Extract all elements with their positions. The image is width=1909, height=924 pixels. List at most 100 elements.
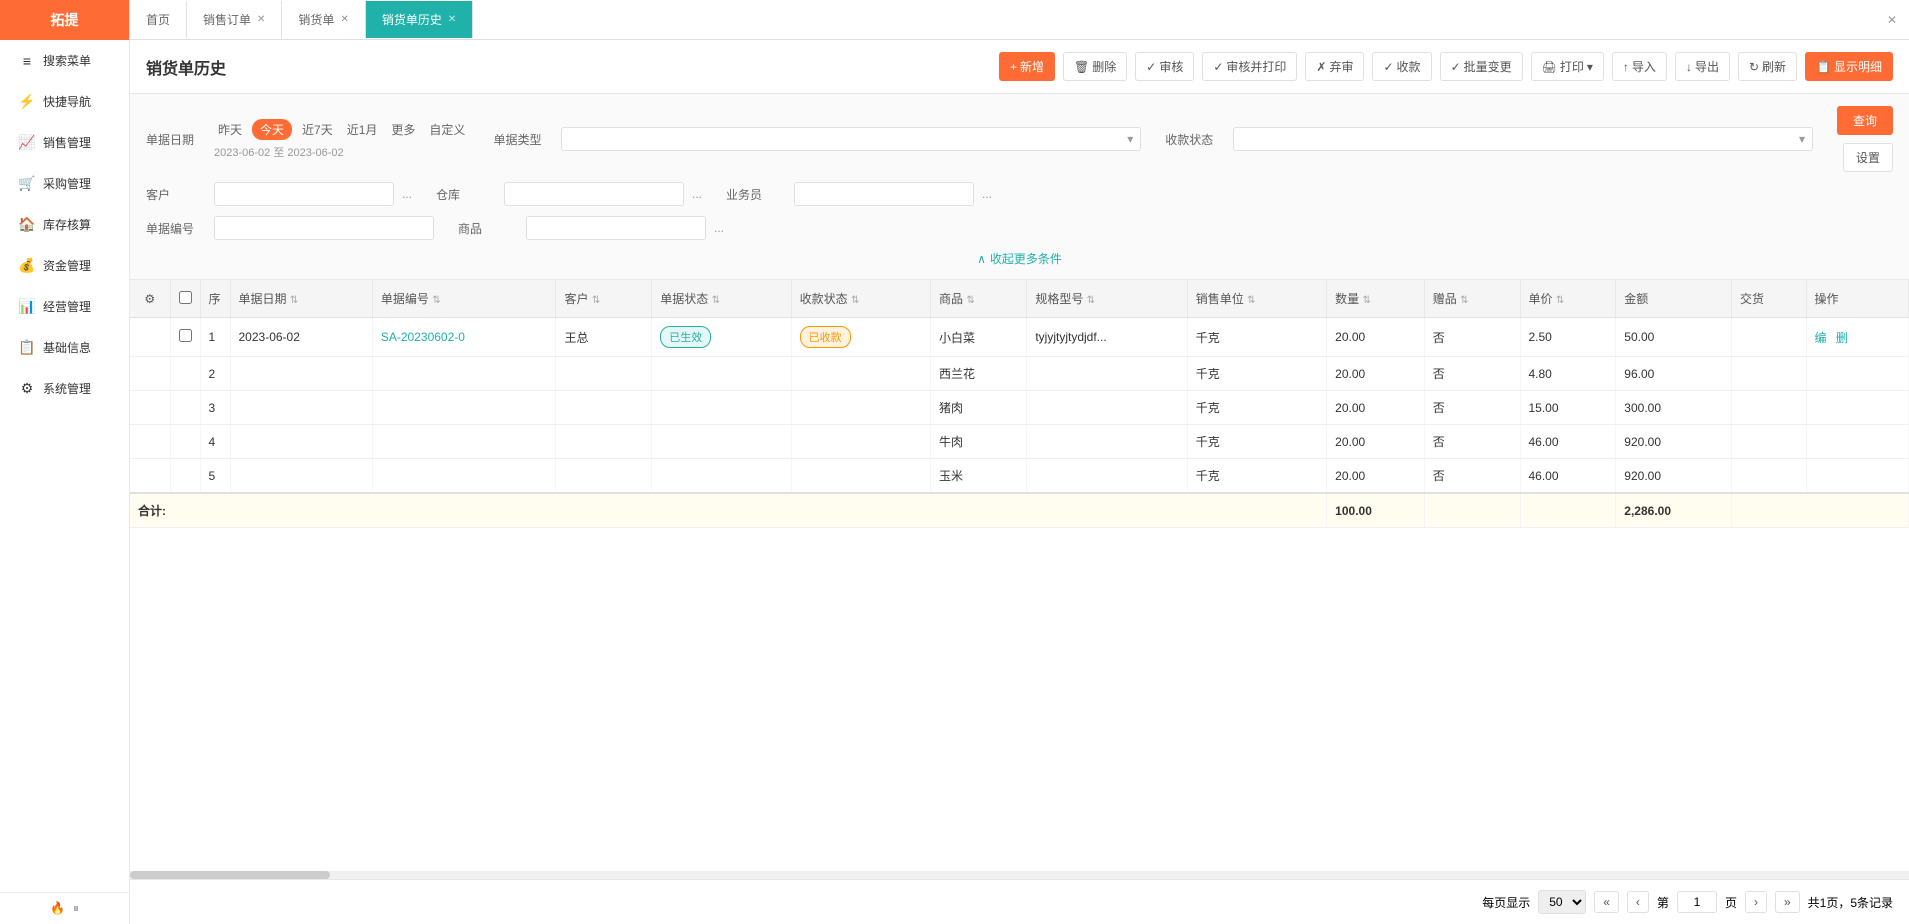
window-close-btn[interactable]: ✕ bbox=[1887, 13, 1897, 27]
new-button[interactable]: + 新增 bbox=[999, 52, 1055, 81]
doc-number-input[interactable] bbox=[214, 216, 434, 240]
collapse-button[interactable]: ∧ 收起更多条件 bbox=[146, 250, 1893, 267]
sidebar-item-quick-nav[interactable]: ⚡ 快捷导航 bbox=[0, 81, 129, 122]
scrollbar-thumb[interactable] bbox=[130, 871, 330, 879]
row5-index: 5 bbox=[200, 459, 230, 494]
sidebar-item-ops[interactable]: 📊 经营管理 bbox=[0, 286, 129, 327]
doc-type-select[interactable] bbox=[561, 127, 1141, 151]
th-doc-date[interactable]: 单据日期 ⇅ bbox=[230, 280, 372, 318]
preset-yesterday[interactable]: 昨天 bbox=[214, 119, 246, 140]
sidebar-item-search-menu[interactable]: ≡ 搜索菜单 bbox=[0, 40, 129, 81]
sales-mgmt-icon: 📈 bbox=[19, 135, 35, 151]
sidebar-item-purchase-mgmt[interactable]: 🛒 采购管理 bbox=[0, 163, 129, 204]
first-page-btn[interactable]: « bbox=[1594, 891, 1619, 913]
th-doc-status[interactable]: 单据状态 ⇅ bbox=[652, 280, 791, 318]
abandon-button[interactable]: ✗ 弃审 bbox=[1305, 52, 1364, 81]
customer-dots[interactable]: ... bbox=[402, 187, 412, 201]
th-setting[interactable]: ⚙ bbox=[130, 280, 170, 318]
tab-home[interactable]: 首页 bbox=[130, 1, 187, 38]
sidebar-item-sys-mgmt[interactable]: ⚙ 系统管理 bbox=[0, 368, 129, 409]
preset-7days[interactable]: 近7天 bbox=[298, 119, 337, 140]
sidebar-item-inventory[interactable]: 🏠 库存核算 bbox=[0, 204, 129, 245]
row3-trade bbox=[1732, 391, 1806, 425]
th-goods[interactable]: 商品 ⇅ bbox=[931, 280, 1027, 318]
show-detail-button[interactable]: 📋 显示明细 bbox=[1805, 52, 1893, 81]
tab-sales-goods-close[interactable]: ✕ bbox=[340, 14, 348, 25]
set-button[interactable]: 设置 bbox=[1843, 143, 1893, 172]
preset-1month[interactable]: 近1月 bbox=[343, 119, 382, 140]
th-doc-number[interactable]: 单据编号 ⇅ bbox=[372, 280, 556, 318]
tab-sales-goods[interactable]: 销货单 ✕ bbox=[282, 1, 365, 38]
tab-sales-history[interactable]: 销货单历史 ✕ bbox=[366, 1, 473, 38]
finance-icon: 💰 bbox=[19, 258, 35, 274]
collect-status-select[interactable] bbox=[1233, 127, 1813, 151]
row1-edit-btn[interactable]: 编 bbox=[1815, 331, 1827, 345]
th-quantity[interactable]: 数量 ⇅ bbox=[1327, 280, 1425, 318]
th-collect-status[interactable]: 收款状态 ⇅ bbox=[791, 280, 930, 318]
filter-area: 单据日期 昨天 今天 近7天 近1月 更多 自定义 2023-06-02 至 2… bbox=[130, 94, 1909, 280]
export-button[interactable]: ↓ 导出 bbox=[1675, 52, 1730, 81]
preset-more[interactable]: 更多 bbox=[387, 119, 419, 140]
row2-doc-date bbox=[230, 357, 372, 391]
import-button[interactable]: ↑ 导入 bbox=[1612, 52, 1667, 81]
row1-doc-number[interactable]: SA-20230602-0 bbox=[372, 318, 556, 357]
th-gift[interactable]: 赠品 ⇅ bbox=[1424, 280, 1520, 318]
audit-button[interactable]: ✓ 审核 bbox=[1135, 52, 1194, 81]
sidebar-item-finance[interactable]: 💰 资金管理 bbox=[0, 245, 129, 286]
print-dropdown-icon: ▾ bbox=[1587, 60, 1593, 74]
total-label: 合计: bbox=[130, 493, 1327, 528]
th-sales-unit[interactable]: 销售单位 ⇅ bbox=[1187, 280, 1326, 318]
collect-label: 收款 bbox=[1397, 58, 1421, 75]
sidebar-bottom-icon2[interactable]: ⏸ bbox=[73, 901, 79, 916]
sidebar-bottom-icon1[interactable]: 🔥 bbox=[50, 901, 65, 916]
preset-today[interactable]: 今天 bbox=[252, 119, 292, 140]
goods-input[interactable] bbox=[526, 216, 706, 240]
tab-sales-order[interactable]: 销售订单 ✕ bbox=[187, 1, 282, 38]
th-customer[interactable]: 客户 ⇅ bbox=[556, 280, 652, 318]
row1-delete-btn[interactable]: 删 bbox=[1836, 331, 1848, 345]
th-unit-price[interactable]: 单价 ⇅ bbox=[1520, 280, 1616, 318]
sort-goods-icon: ⇅ bbox=[966, 295, 974, 306]
row5-setting bbox=[130, 459, 170, 494]
batch-change-label: 批量变更 bbox=[1464, 58, 1512, 75]
last-page-btn[interactable]: » bbox=[1775, 891, 1800, 913]
th-action: 操作 bbox=[1806, 280, 1909, 318]
row4-actions bbox=[1806, 425, 1909, 459]
tab-sales-history-close[interactable]: ✕ bbox=[448, 14, 456, 25]
warehouse-input[interactable] bbox=[504, 182, 684, 206]
sidebar-item-sales-mgmt[interactable]: 📈 销售管理 bbox=[0, 122, 129, 163]
per-page-select[interactable]: 50 bbox=[1538, 890, 1586, 914]
prev-page-btn[interactable]: ‹ bbox=[1627, 891, 1649, 913]
tab-sales-order-close[interactable]: ✕ bbox=[257, 14, 265, 25]
row5-check bbox=[170, 459, 200, 494]
horizontal-scrollbar[interactable] bbox=[130, 871, 1909, 879]
preset-custom[interactable]: 自定义 bbox=[425, 119, 469, 140]
row3-collect-status bbox=[791, 391, 930, 425]
collect-button[interactable]: ✓ 收款 bbox=[1372, 52, 1431, 81]
sidebar-item-basic-info[interactable]: 📋 基础信息 bbox=[0, 327, 129, 368]
next-page-btn[interactable]: › bbox=[1745, 891, 1767, 913]
row4-amount: 920.00 bbox=[1616, 425, 1732, 459]
th-check[interactable] bbox=[170, 280, 200, 318]
row3-index: 3 bbox=[200, 391, 230, 425]
query-button[interactable]: 查询 bbox=[1837, 106, 1893, 135]
table-header: ⚙ 序 单据日期 ⇅ 单据编号 ⇅ 客户 ⇅ 单据状态 ⇅ 收款状态 ⇅ 商品 … bbox=[130, 280, 1909, 318]
row1-checkbox[interactable] bbox=[179, 329, 192, 342]
select-all-checkbox[interactable] bbox=[179, 291, 192, 304]
goods-dots[interactable]: ... bbox=[714, 221, 724, 235]
th-spec-model[interactable]: 规格型号 ⇅ bbox=[1027, 280, 1187, 318]
audit-print-button[interactable]: ✓ 审核并打印 bbox=[1202, 52, 1297, 81]
salesperson-input[interactable] bbox=[794, 182, 974, 206]
abandon-icon: ✗ bbox=[1316, 60, 1326, 74]
warehouse-dots[interactable]: ... bbox=[692, 187, 702, 201]
print-button[interactable]: 🖨 打印 ▾ bbox=[1531, 52, 1604, 81]
row5-customer bbox=[556, 459, 652, 494]
customer-input[interactable] bbox=[214, 182, 394, 206]
salesperson-dots[interactable]: ... bbox=[982, 187, 992, 201]
row1-check[interactable] bbox=[170, 318, 200, 357]
batch-change-button[interactable]: ✓ 批量变更 bbox=[1440, 52, 1523, 81]
page-number-input[interactable] bbox=[1677, 891, 1717, 913]
delete-button[interactable]: 🗑 删除 bbox=[1063, 52, 1127, 81]
row5-doc-date bbox=[230, 459, 372, 494]
refresh-button[interactable]: ↻ 刷新 bbox=[1738, 52, 1797, 81]
